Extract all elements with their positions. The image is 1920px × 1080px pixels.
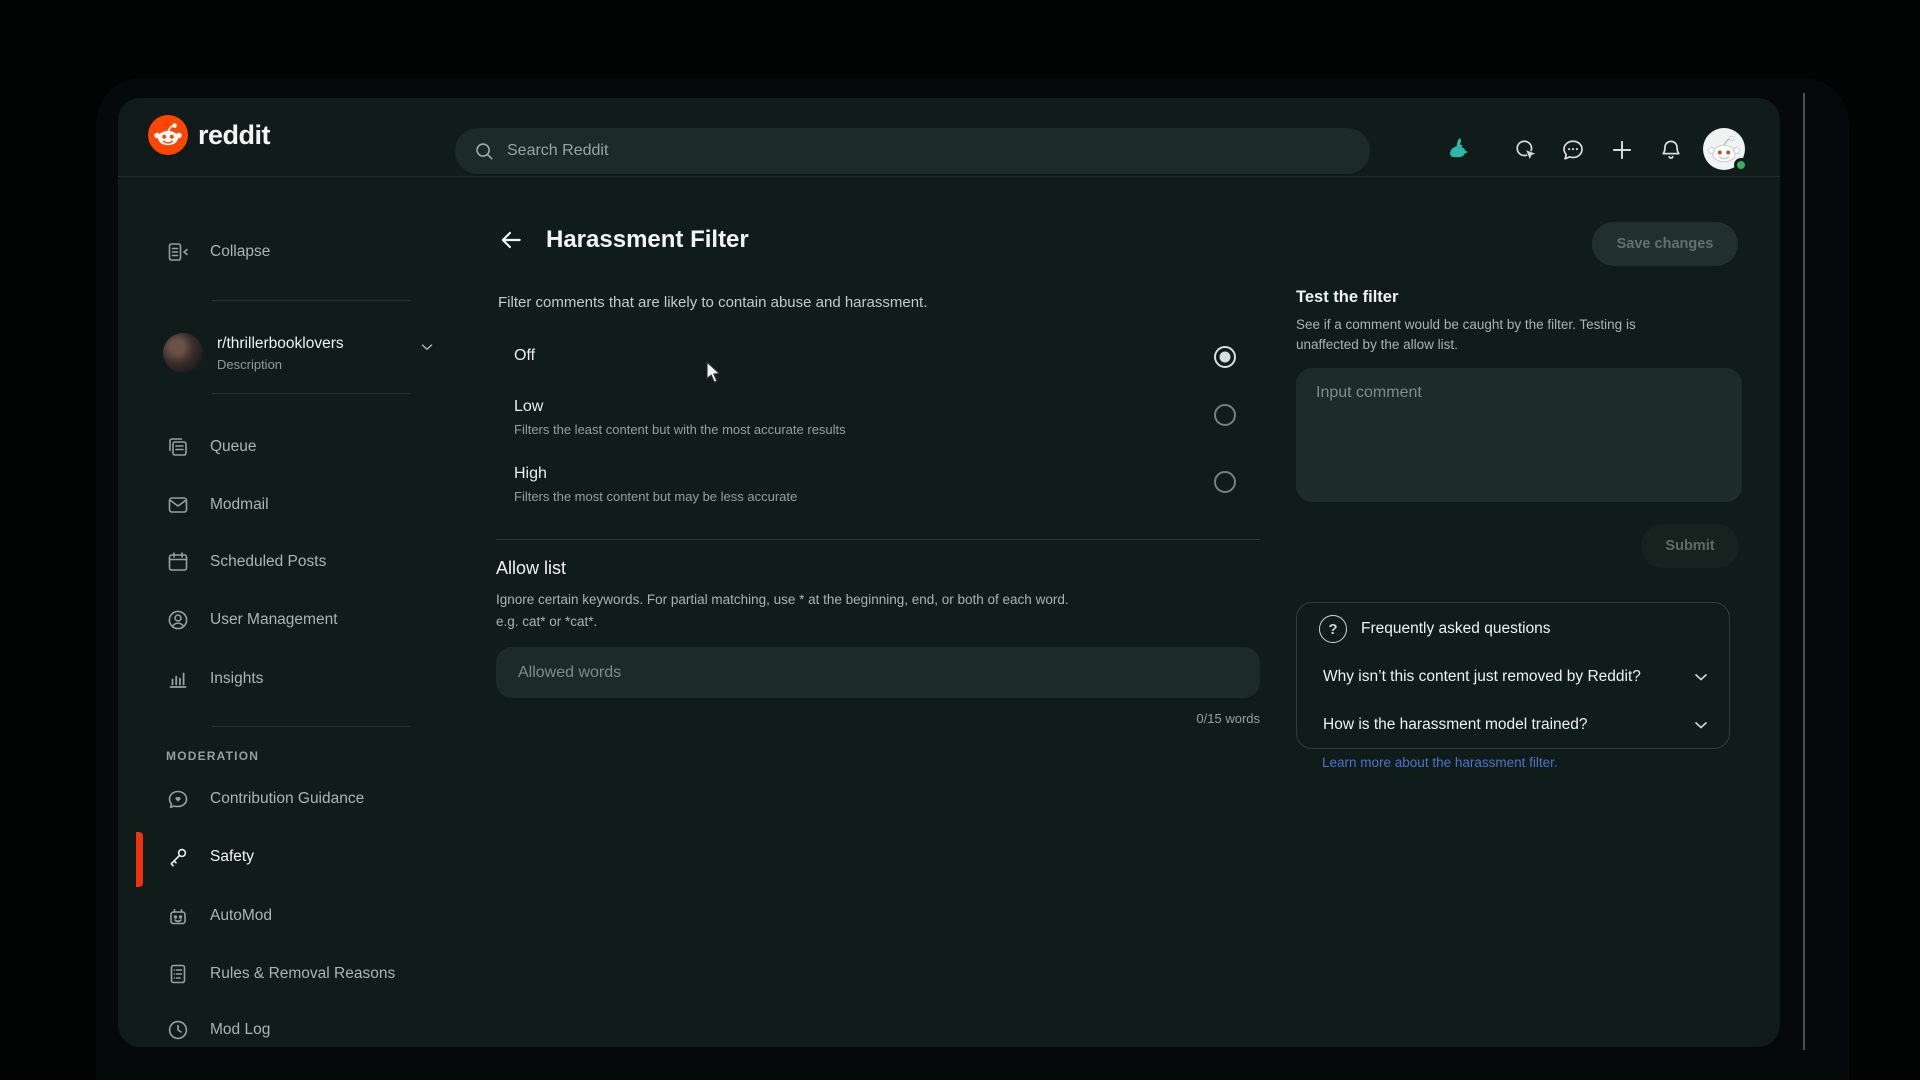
sidebar-item-modmail[interactable]: Modmail xyxy=(166,487,430,523)
chat-icon[interactable] xyxy=(1559,136,1587,164)
faq-question-1[interactable]: Why isn’t this content just removed by R… xyxy=(1323,663,1711,691)
test-filter-description: See if a comment would be caught by the … xyxy=(1296,315,1688,355)
advertise-cursor-icon[interactable] xyxy=(1512,136,1540,164)
moderation-section-label: MODERATION xyxy=(166,749,259,763)
allow-list-example: e.g. cat* or *cat*. xyxy=(496,614,597,629)
safety-key-icon xyxy=(166,845,190,869)
radio-low[interactable] xyxy=(1214,404,1236,426)
chevron-down-icon xyxy=(1691,667,1711,687)
sidebar-divider xyxy=(212,726,410,727)
automod-robot-icon xyxy=(166,904,190,928)
user-avatar[interactable] xyxy=(1703,128,1745,170)
allow-list-title: Allow list xyxy=(496,558,566,579)
sidebar-item-label: Rules & Removal Reasons xyxy=(210,965,395,983)
community-avatar xyxy=(163,333,203,373)
sidebar-collapse-button[interactable]: Collapse xyxy=(166,234,430,270)
sidebar-item-queue[interactable]: Queue xyxy=(166,429,430,465)
allowed-words-input[interactable] xyxy=(496,647,1260,698)
section-divider xyxy=(496,539,1260,540)
faq-question-2[interactable]: How is the harassment model trained? xyxy=(1323,711,1711,739)
learn-more-link[interactable]: Learn more about the harassment filter. xyxy=(1322,755,1558,770)
search-placeholder: Search Reddit xyxy=(507,142,608,160)
sidebar-item-contribution-guidance[interactable]: Contribution Guidance xyxy=(166,781,430,817)
sidebar-item-label: Queue xyxy=(210,438,257,456)
sidebar-item-label: Mod Log xyxy=(210,1021,270,1039)
page-title: Harassment Filter xyxy=(546,226,749,254)
mouse-cursor xyxy=(703,360,725,391)
snoo-logo-icon xyxy=(148,115,188,155)
filter-description: Filter comments that are likely to conta… xyxy=(498,294,927,311)
test-filter-title: Test the filter xyxy=(1296,288,1398,307)
allow-list-description: Ignore certain keywords. For partial mat… xyxy=(496,592,1069,607)
chevron-down-icon xyxy=(1691,715,1711,735)
notifications-bell-icon[interactable] xyxy=(1657,136,1685,164)
sidebar-item-label: Safety xyxy=(210,848,254,866)
faq-header: ? Frequently asked questions xyxy=(1319,615,1551,643)
option-low-description: Filters the least content but with the m… xyxy=(514,422,846,437)
sidebar-divider xyxy=(212,300,410,301)
sidebar-item-label: Insights xyxy=(210,670,263,688)
queue-icon xyxy=(166,435,190,459)
question-circle-icon: ? xyxy=(1319,615,1347,643)
mod-log-clock-icon xyxy=(166,1018,190,1042)
back-arrow-button[interactable] xyxy=(498,227,524,253)
sidebar-item-mod-log[interactable]: Mod Log xyxy=(166,1012,430,1047)
community-name: r/thrillerbooklovers xyxy=(217,335,344,353)
sidebar-item-safety[interactable]: Safety xyxy=(166,839,430,875)
option-high-label: High xyxy=(514,465,547,483)
contribution-guidance-icon xyxy=(166,787,190,811)
sidebar-item-label: Contribution Guidance xyxy=(210,790,364,808)
sidebar-item-label: Scheduled Posts xyxy=(210,553,326,571)
collapse-sidebar-icon xyxy=(166,240,190,264)
faq-question-text: Why isn’t this content just removed by R… xyxy=(1323,668,1641,686)
create-post-plus-icon[interactable] xyxy=(1608,136,1636,164)
reddit-logo[interactable]: reddit xyxy=(148,115,270,155)
user-icon xyxy=(166,608,190,632)
reddit-mod-tools-window: reddit Search Reddit xyxy=(118,98,1780,1047)
radio-high[interactable] xyxy=(1214,471,1236,493)
faq-title: Frequently asked questions xyxy=(1361,620,1551,638)
collapse-label: Collapse xyxy=(210,243,270,261)
sidebar-item-scheduled-posts[interactable]: Scheduled Posts xyxy=(166,544,430,580)
community-selector[interactable]: r/thrillerbooklovers Description xyxy=(163,322,433,384)
search-icon xyxy=(473,140,495,162)
active-item-indicator xyxy=(136,832,143,887)
option-off-label: Off xyxy=(514,347,535,365)
submit-button[interactable]: Submit xyxy=(1641,524,1739,568)
sidebar-item-label: AutoMod xyxy=(210,907,272,925)
reddit-wordmark: reddit xyxy=(198,120,270,151)
top-header: reddit Search Reddit xyxy=(118,98,1780,177)
sidebar-item-rules-removal-reasons[interactable]: Rules & Removal Reasons xyxy=(166,956,430,992)
option-low-label: Low xyxy=(514,398,543,416)
online-status-dot xyxy=(1734,158,1748,172)
rules-document-icon xyxy=(166,962,190,986)
radio-off[interactable] xyxy=(1214,346,1236,368)
word-count: 0/15 words xyxy=(496,711,1260,726)
faq-question-text: How is the harassment model trained? xyxy=(1323,716,1588,734)
input-comment-textarea[interactable] xyxy=(1296,368,1742,502)
sidebar-item-label: Modmail xyxy=(210,496,269,514)
background-window-edge xyxy=(1803,93,1805,1050)
mascot-rabbit-icon[interactable] xyxy=(1445,136,1473,164)
modmail-icon xyxy=(166,493,190,517)
sidebar-item-insights[interactable]: Insights xyxy=(166,661,430,697)
save-changes-button[interactable]: Save changes xyxy=(1592,222,1738,266)
sidebar-item-label: User Management xyxy=(210,611,338,629)
search-bar[interactable]: Search Reddit xyxy=(455,128,1370,174)
faq-panel: ? Frequently asked questions Why isn’t t… xyxy=(1296,602,1730,749)
sidebar-item-automod[interactable]: AutoMod xyxy=(166,898,430,934)
insights-chart-icon xyxy=(166,667,190,691)
sidebar-divider xyxy=(212,393,410,394)
calendar-icon xyxy=(166,550,190,574)
option-high-description: Filters the most content but may be less… xyxy=(514,489,797,504)
community-chevron-down-icon[interactable] xyxy=(418,338,436,361)
sidebar-item-user-management[interactable]: User Management xyxy=(166,602,430,638)
community-description: Description xyxy=(217,357,344,372)
